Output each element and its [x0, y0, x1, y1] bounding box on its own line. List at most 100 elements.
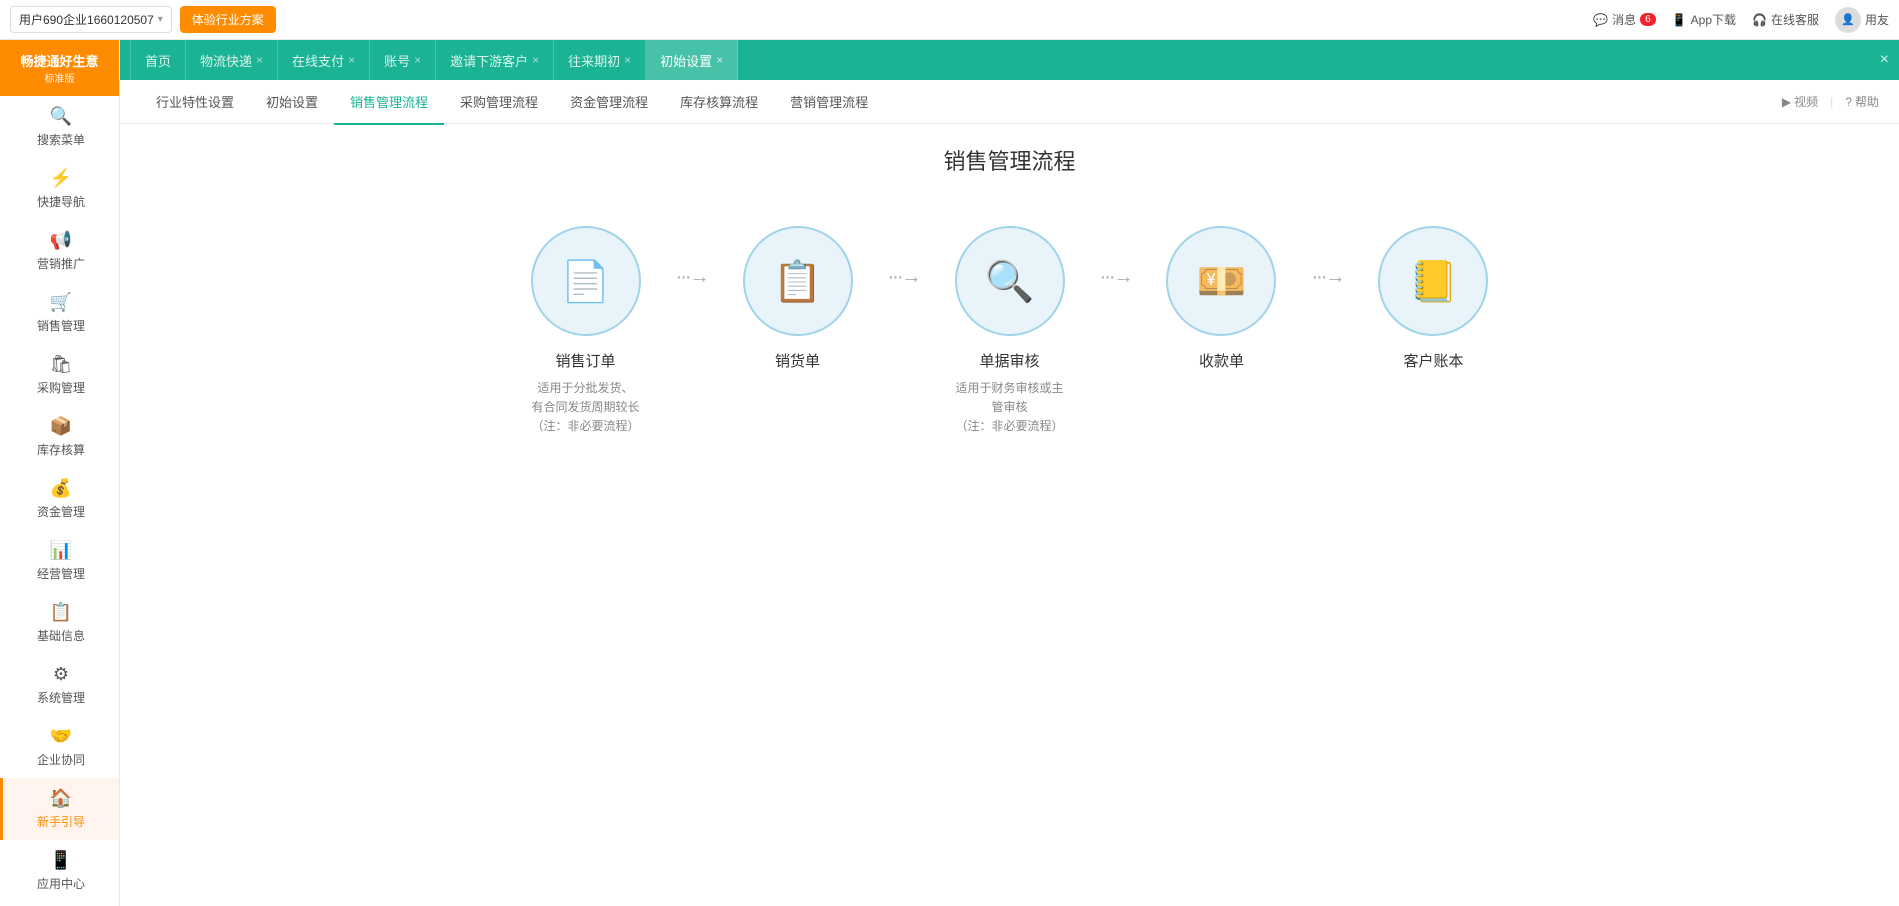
sub-tab-init[interactable]: 初始设置: [250, 81, 334, 125]
tab-logistics[interactable]: 物流快递 ×: [186, 40, 278, 80]
trial-btn[interactable]: 体验行业方案: [180, 6, 276, 33]
content-area: 首页物流快递 ×在线支付 ×账号 ×邀请下游客户 ×往来期初 ×初始设置 ×× …: [120, 40, 1899, 906]
sidebar-item-label: 企业协同: [37, 751, 85, 768]
sidebar-item-label: 基础信息: [37, 627, 85, 644]
flow-icon-receipt: 💴: [1166, 226, 1276, 336]
guide-icon: 🏠: [50, 788, 72, 809]
flow-arrow-1: ···→: [676, 266, 708, 289]
tab-label: 邀请下游客户: [450, 51, 528, 70]
flow-name-sales_order: 销售订单: [556, 350, 616, 371]
service-label: 在线客服: [1771, 11, 1819, 28]
user-label: 用户690企业1660120507: [19, 11, 154, 28]
flow-arrow-2: ···→: [888, 266, 920, 289]
search-icon: 🔍: [50, 106, 72, 127]
sidebar-item-label: 搜索菜单: [37, 131, 85, 148]
sidebar-item-search[interactable]: 🔍 搜索菜单: [0, 96, 119, 158]
marketing_promo-icon: 📢: [50, 230, 72, 251]
flow-step-receipt[interactable]: 💴 收款单: [1131, 226, 1311, 379]
tab-init_settings[interactable]: 初始设置 ×: [646, 40, 738, 80]
flow-name-receipt: 收款单: [1199, 350, 1244, 371]
tab-payment[interactable]: 在线支付 ×: [278, 40, 370, 80]
flow-container: 📄 销售订单 适用于分批发货、有合同发货周期较长（注：非必要流程） ···→ 📋…: [140, 226, 1879, 437]
sidebar-item-label: 新手引导: [37, 813, 85, 830]
top-bar: 用户690企业1660120507 ▾ 体验行业方案 💬 消息 6 📱 App下…: [0, 0, 1899, 40]
tab-label: 初始设置: [660, 51, 712, 70]
help-action[interactable]: ? 帮助: [1845, 93, 1879, 110]
flow-icon-customer_ledger: 📒: [1378, 226, 1488, 336]
tab-close-icon[interactable]: ×: [716, 53, 723, 67]
logo-area: 畅捷通好生意 标准版: [0, 40, 119, 96]
flow-icon-sales_order: 📄: [531, 226, 641, 336]
flow-arrow-4: ···→: [1311, 266, 1343, 289]
app-label: App下载: [1691, 11, 1736, 28]
tab-home[interactable]: 首页: [130, 40, 186, 80]
flow-name-customer_ledger: 客户账本: [1403, 350, 1463, 371]
tab-nav: 首页物流快递 ×在线支付 ×账号 ×邀请下游客户 ×往来期初 ×初始设置 ××: [120, 40, 1899, 80]
page-title: 销售管理流程: [140, 144, 1879, 176]
tab-label: 物流快递: [200, 51, 252, 70]
sidebar-item-purchase[interactable]: 🛍采购管理: [0, 344, 119, 406]
operations-icon: 📊: [50, 540, 72, 561]
sidebar-item-label: 系统管理: [37, 689, 85, 706]
sidebar-item-sales[interactable]: 🛒销售管理: [0, 282, 119, 344]
help-label: 帮助: [1855, 93, 1879, 110]
sidebar-item-marketing_promo[interactable]: 📢 营销推广: [0, 220, 119, 282]
cooperation-icon: 🤝: [50, 726, 72, 747]
sidebar-item-label: 经营管理: [37, 565, 85, 582]
user-action[interactable]: 👤 用友: [1835, 7, 1889, 33]
sidebar-item-appstore[interactable]: 📱应用中心: [0, 840, 119, 902]
tab-close-icon[interactable]: ×: [624, 53, 631, 67]
flow-desc-sales_order: 适用于分批发货、有合同发货周期较长（注：非必要流程）: [532, 379, 640, 437]
sidebar-item-basic[interactable]: 📋 基础信息: [0, 592, 119, 654]
basic-icon: 📋: [50, 602, 72, 623]
flow-step-customer_ledger[interactable]: 📒 客户账本: [1343, 226, 1523, 379]
sub-tab-industry[interactable]: 行业特性设置: [140, 81, 250, 125]
sidebar-item-operations[interactable]: 📊 经营管理: [0, 530, 119, 592]
flow-step-sales_invoice[interactable]: 📋 销货单: [708, 226, 888, 379]
quicknav-icon: ⚡: [50, 168, 72, 189]
finance-icon: 💰: [50, 478, 72, 499]
flow-step-doc_review[interactable]: 🔍 单据审核 适用于财务审核或主管审核（注：非必要流程）: [920, 226, 1100, 437]
sub-tab-marketing_flow[interactable]: 营销管理流程: [774, 81, 884, 125]
sidebar-item-system[interactable]: ⚙系统管理: [0, 654, 119, 716]
sub-tab-capital_flow[interactable]: 资金管理流程: [554, 81, 664, 125]
flow-step-sales_order[interactable]: 📄 销售订单 适用于分批发货、有合同发货周期较长（注：非必要流程）: [496, 226, 676, 437]
sidebar-item-cooperation[interactable]: 🤝 企业协同: [0, 716, 119, 778]
tab-label: 首页: [145, 51, 171, 70]
main-layout: 畅捷通好生意 标准版 🔍 搜索菜单 ⚡ 快捷导航 📢 营销推广 🛒销售管理🛍采购管理 📦 库存核…: [0, 40, 1899, 906]
avatar: 👤: [1835, 7, 1861, 33]
tab-close-icon[interactable]: ×: [348, 53, 355, 67]
sub-tab-inventory_flow[interactable]: 库存核算流程: [664, 81, 774, 125]
flow-icon-sales_invoice: 📋: [743, 226, 853, 336]
sidebar-item-wechat[interactable]: 💬企业微信: [0, 902, 119, 906]
message-badge: 6: [1640, 13, 1656, 26]
sidebar-item-guide[interactable]: 🏠 新手引导: [0, 778, 119, 840]
service-action[interactable]: 🎧 在线客服: [1752, 11, 1819, 28]
tab-account[interactable]: 账号 ×: [370, 40, 436, 80]
sidebar-item-quicknav[interactable]: ⚡ 快捷导航: [0, 158, 119, 220]
flow-desc-doc_review: 适用于财务审核或主管审核（注：非必要流程）: [955, 379, 1063, 437]
app-download-action[interactable]: 📱 App下载: [1672, 11, 1736, 28]
tab-invite[interactable]: 邀请下游客户 ×: [436, 40, 554, 80]
sidebar-item-label: 库存核算: [37, 441, 85, 458]
video-action[interactable]: ▶ 视频: [1782, 93, 1818, 110]
sub-tab-sales_flow[interactable]: 销售管理流程: [334, 81, 444, 125]
tab-close-icon[interactable]: ×: [414, 53, 421, 67]
sidebar-item-label: 资金管理: [37, 503, 85, 520]
user-selector[interactable]: 用户690企业1660120507 ▾: [10, 6, 172, 33]
sidebar-item-label: 营销推广: [37, 255, 85, 272]
sub-tab-actions: ▶ 视频 | ? 帮助: [1782, 93, 1879, 110]
message-action[interactable]: 💬 消息 6: [1593, 11, 1656, 28]
sidebar-nav: 🔍 搜索菜单 ⚡ 快捷导航 📢 营销推广 🛒销售管理🛍采购管理 📦 库存核算 💰 资金管理 📊 经营管理…: [0, 96, 119, 906]
tab-period[interactable]: 往来期初 ×: [554, 40, 646, 80]
sidebar-item-finance[interactable]: 💰 资金管理: [0, 468, 119, 530]
tab-close-icon[interactable]: ×: [532, 53, 539, 67]
sub-tabs: 行业特性设置初始设置销售管理流程采购管理流程资金管理流程库存核算流程营销管理流程…: [120, 80, 1899, 124]
inventory-icon: 📦: [50, 416, 72, 437]
sidebar-item-inventory[interactable]: 📦 库存核算: [0, 406, 119, 468]
tab-nav-close-icon[interactable]: ×: [1880, 51, 1889, 69]
sub-tab-purchase_flow[interactable]: 采购管理流程: [444, 81, 554, 125]
tab-close-icon[interactable]: ×: [256, 53, 263, 67]
sidebar-item-label: 快捷导航: [37, 193, 85, 210]
chevron-down-icon: ▾: [158, 14, 163, 25]
